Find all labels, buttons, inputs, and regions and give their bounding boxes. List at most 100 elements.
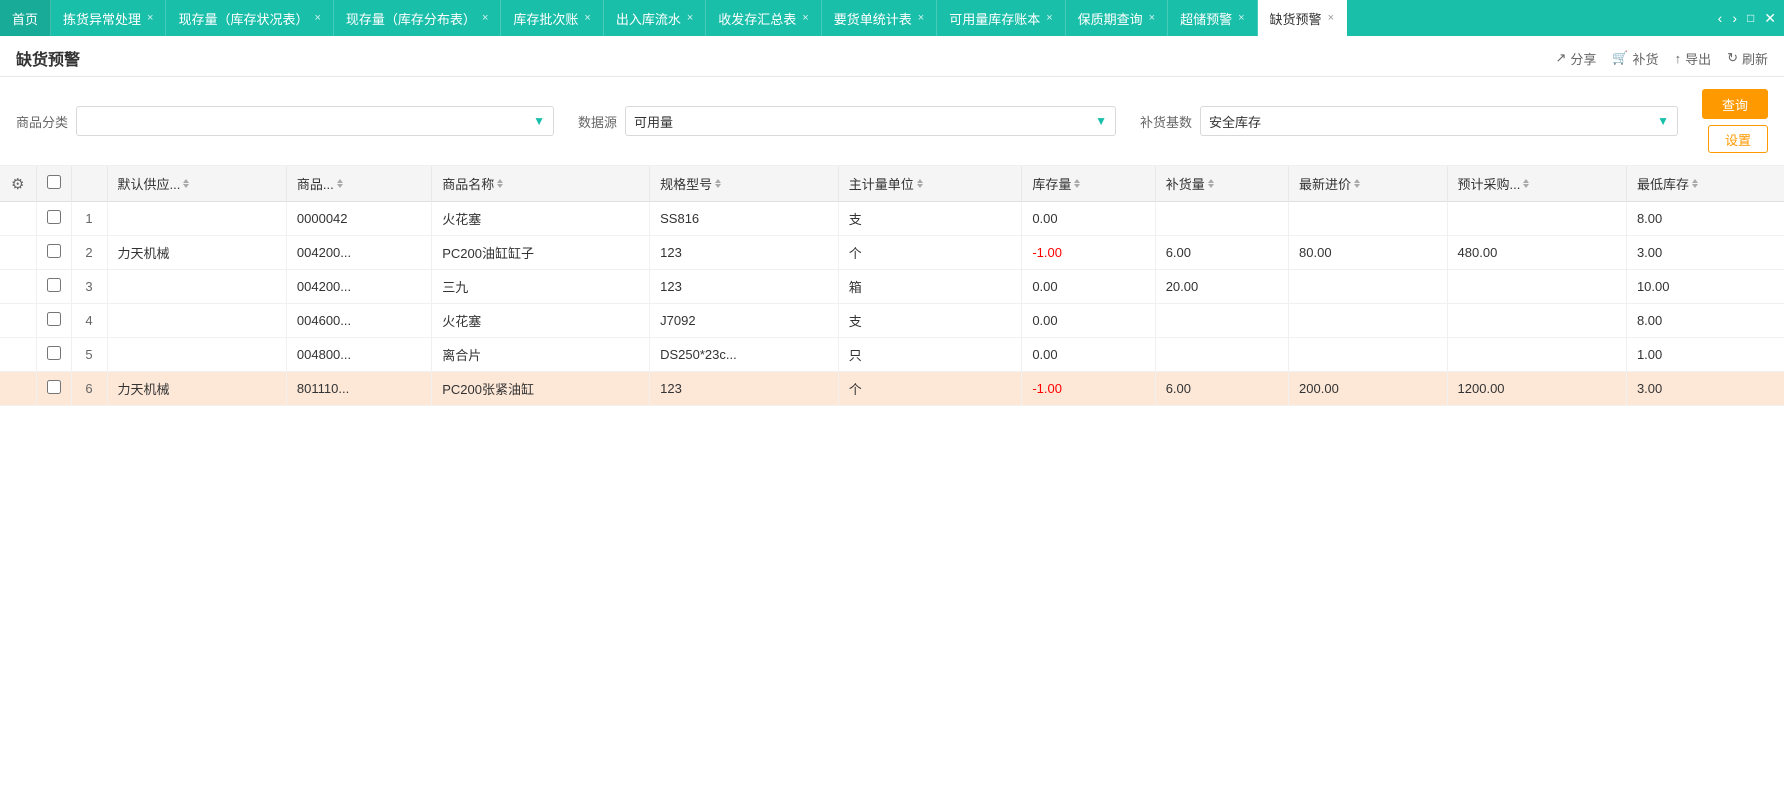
row-checkbox-cell [36,236,71,270]
row-stock-qty: 0.00 [1022,270,1155,304]
row-checkbox-cell [36,304,71,338]
row-latest-price [1289,338,1447,372]
table-container: ⚙ 默认供应... 商品... [0,166,1784,406]
table-row: 3004200...三九123箱0.0020.0010.00 [0,270,1784,304]
product-code-column-header[interactable]: 商品... [286,166,431,202]
stock-qty-column-header[interactable]: 库存量 [1022,166,1155,202]
row-unit: 只 [838,338,1022,372]
row-product-name: 火花塞 [432,304,650,338]
product-name-column-header[interactable]: 商品名称 [432,166,650,202]
filter-buttons: 查询 设置 [1702,89,1768,153]
export-button[interactable]: ↑ 导出 [1675,49,1712,68]
latest-price-column-header[interactable]: 最新进价 [1289,166,1447,202]
row-stock-qty: -1.00 [1022,236,1155,270]
row-spec-model: DS250*23c... [650,338,839,372]
row-replenish-qty [1155,338,1288,372]
tab-item-available-ledger[interactable]: 可用量库存账本 × [937,0,1065,36]
estimated-purchase-column-header[interactable]: 预计采购... [1447,166,1626,202]
spec-model-column-header[interactable]: 规格型号 [650,166,839,202]
row-checkbox[interactable] [47,278,61,292]
tab-item-inout-flow[interactable]: 出入库流水× [604,0,706,36]
refresh-icon: ↻ [1727,50,1738,66]
table-row: 10000042火花塞SS816支0.008.00 [0,202,1784,236]
tab-label-expiry-query: 保质期查询 [1078,9,1143,28]
share-button[interactable]: ↗ 分享 [1555,49,1596,68]
supplier-column-header[interactable]: 默认供应... [107,166,286,202]
row-checkbox[interactable] [47,312,61,326]
tab-label-available-ledger: 可用量库存账本 [949,9,1040,28]
filter-area: 商品分类 ▼ 数据源 可用量 ▼ 补货基数 安全库存 ▼ 查询 设置 [0,77,1784,166]
tab-item-inventory-status[interactable]: 现存量（库存状况表）× [166,0,333,36]
tab-prev-button[interactable]: ‹ [1714,8,1727,28]
replenish-base-select-value: 安全库存 [1209,112,1261,131]
tab-label-collect-summary: 收发存汇总表 [718,9,796,28]
row-settings-cell [0,338,36,372]
tab-close-shortage[interactable]: × [1328,12,1334,24]
replenish-button[interactable]: 🛒 补货 [1612,49,1658,68]
tab-close-abnormal[interactable]: × [147,12,153,24]
row-min-stock: 3.00 [1626,236,1784,270]
row-checkbox[interactable] [47,244,61,258]
tab-item-collect-summary[interactable]: 收发存汇总表 × [706,0,821,36]
export-label: 导出 [1685,49,1711,68]
data-table: ⚙ 默认供应... 商品... [0,166,1784,406]
settings-column-header[interactable]: ⚙ [0,166,36,202]
tab-close-expiry-query[interactable]: × [1149,12,1155,24]
tab-close-collect-summary[interactable]: × [802,12,808,24]
tab-close-demand-stats[interactable]: × [918,12,924,24]
replenish-qty-sort-icon [1208,179,1214,188]
tab-close-inventory-dist[interactable]: × [482,12,488,24]
replenish-qty-column-header[interactable]: 补货量 [1155,166,1288,202]
tab-item-overstock[interactable]: 超储预警× [1168,0,1257,36]
tab-item-inventory-dist[interactable]: 现存量（库存分布表）× [334,0,501,36]
row-product-code: 801110... [286,372,431,406]
row-replenish-qty: 6.00 [1155,236,1288,270]
replenish-base-select[interactable]: 安全库存 ▼ [1200,106,1678,136]
estimated-purchase-sort-icon [1523,179,1529,188]
row-unit: 个 [838,236,1022,270]
tab-item-abnormal[interactable]: 拣货异常处理× [51,0,166,36]
settings-button[interactable]: 设置 [1708,125,1768,153]
tab-close-available-ledger[interactable]: × [1046,12,1052,24]
row-checkbox-cell [36,372,71,406]
row-checkbox[interactable] [47,380,61,394]
row-stock-qty: 0.00 [1022,304,1155,338]
tab-restore-button[interactable]: □ [1743,9,1758,27]
tab-close-inventory-status[interactable]: × [314,12,320,24]
row-checkbox[interactable] [47,210,61,224]
row-checkbox[interactable] [47,346,61,360]
min-stock-sort-icon [1692,179,1698,188]
unit-column-header[interactable]: 主计量单位 [838,166,1022,202]
row-product-code: 0000042 [286,202,431,236]
row-supplier [107,270,286,304]
query-button[interactable]: 查询 [1702,89,1768,119]
page-header: 缺货预警 ↗ 分享 🛒 补货 ↑ 导出 ↻ 刷新 [0,36,1784,77]
tab-item-demand-stats[interactable]: 要货单统计表× [822,0,937,36]
tab-close-inout-flow[interactable]: × [687,12,693,24]
category-chevron-icon: ▼ [533,114,545,128]
tab-next-button[interactable]: › [1728,8,1741,28]
row-spec-model: 123 [650,236,839,270]
tab-item-expiry-query[interactable]: 保质期查询 × [1066,0,1168,36]
row-product-name: PC200张紧油缸 [432,372,650,406]
min-stock-column-header[interactable]: 最低库存 [1626,166,1784,202]
tab-item-batch-account[interactable]: 库存批次账× [501,0,603,36]
tab-close-batch-account[interactable]: × [584,12,590,24]
replenish-label: 补货 [1633,49,1659,68]
tab-close-all-button[interactable]: ✕ [1760,8,1780,29]
category-select[interactable]: ▼ [76,106,554,136]
refresh-button[interactable]: ↻ 刷新 [1727,49,1768,68]
tab-close-overstock[interactable]: × [1238,12,1244,24]
row-replenish-qty: 20.00 [1155,270,1288,304]
row-replenish-qty: 6.00 [1155,372,1288,406]
row-number: 6 [71,372,107,406]
datasource-select[interactable]: 可用量 ▼ [625,106,1116,136]
gear-icon: ⚙ [11,176,24,193]
tab-item-home[interactable]: 首页 [0,0,51,36]
export-icon: ↑ [1675,51,1682,66]
select-all-checkbox[interactable] [47,175,61,189]
row-latest-price: 80.00 [1289,236,1447,270]
row-min-stock: 8.00 [1626,202,1784,236]
tab-item-shortage[interactable]: 缺货预警× [1258,0,1347,36]
row-settings-cell [0,304,36,338]
